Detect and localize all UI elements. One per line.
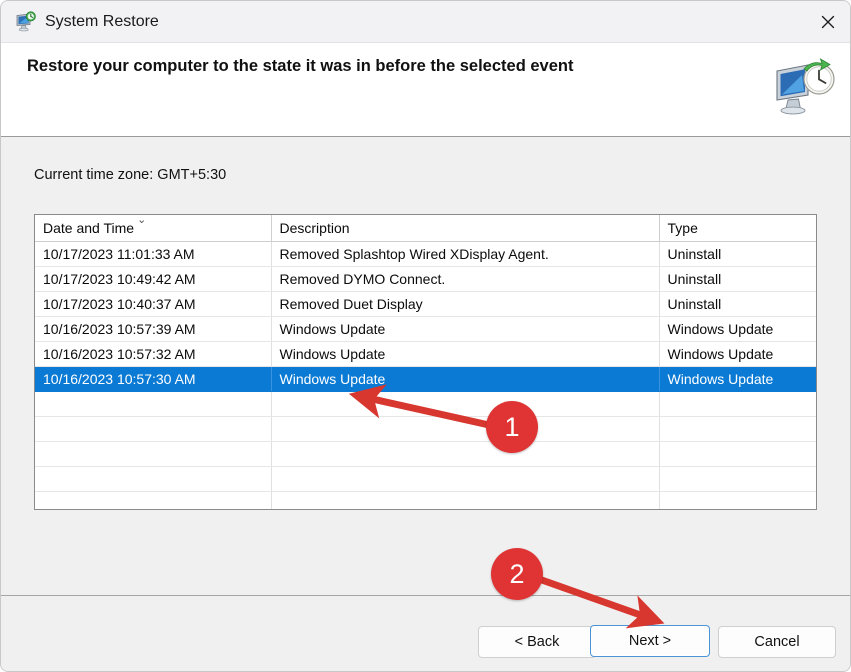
cell-description: Windows Update — [271, 341, 660, 367]
table-row[interactable]: 10/16/2023 10:57:39 AM Windows Update Wind… — [35, 316, 816, 342]
header-band: Restore your computer to the state it wa… — [1, 43, 850, 137]
cell-date: 10/16/2023 10:57:30 AM — [35, 366, 272, 392]
cell-date: 10/16/2023 10:57:32 AM — [35, 341, 272, 367]
footer-bar: < Back Next > Cancel — [1, 595, 850, 671]
next-button[interactable]: Next > — [590, 625, 710, 657]
cell-description: Removed Splashtop Wired XDisplay Agent. — [271, 241, 660, 267]
cancel-button[interactable]: Cancel — [718, 626, 836, 658]
cell-empty — [271, 441, 660, 467]
close-icon[interactable] — [804, 1, 850, 42]
column-header-type[interactable]: Type — [659, 215, 816, 242]
table-row[interactable]: 10/17/2023 10:40:37 AM Removed Duet Displ… — [35, 291, 816, 317]
column-header-date-and-time[interactable]: Date and Time ⌄ — [35, 214, 272, 242]
cell-empty — [35, 491, 272, 509]
cell-type: Windows Update — [659, 341, 816, 367]
table-row-empty — [35, 466, 816, 492]
cell-date: 10/16/2023 10:57:39 AM — [35, 316, 272, 342]
table-row-empty — [35, 391, 816, 417]
cell-empty — [35, 416, 272, 442]
cell-date: 10/17/2023 10:49:42 AM — [35, 266, 272, 292]
title-bar: System Restore — [1, 1, 850, 43]
table-row-empty — [35, 491, 816, 509]
cell-empty — [659, 466, 816, 492]
window-title: System Restore — [45, 13, 159, 30]
cell-description: Windows Update — [271, 316, 660, 342]
cell-empty — [659, 391, 816, 417]
cell-empty — [659, 416, 816, 442]
cell-type: Windows Update — [659, 366, 816, 392]
column-header-label: Date and Time — [43, 220, 135, 236]
cell-description: Removed Duet Display — [271, 291, 660, 317]
cell-empty — [35, 441, 272, 467]
cell-empty — [659, 491, 816, 509]
table-header-row: Date and Time ⌄ Description Type — [35, 215, 816, 242]
system-restore-dialog: System Restore Restore your computer to … — [0, 0, 851, 672]
main-content: Current time zone: GMT+5:30 Date and Tim… — [1, 137, 850, 595]
sort-chevron-icon: ⌄ — [137, 214, 147, 226]
cell-empty — [271, 391, 660, 417]
system-restore-large-icon — [774, 55, 836, 117]
cell-description: Removed DYMO Connect. — [271, 266, 660, 292]
cell-date: 10/17/2023 10:40:37 AM — [35, 291, 272, 317]
cell-type: Windows Update — [659, 316, 816, 342]
table-row-empty — [35, 416, 816, 442]
timezone-label: Current time zone: GMT+5:30 — [34, 167, 227, 183]
table-row[interactable]: 10/17/2023 11:01:33 AM Removed Splashtop … — [35, 241, 816, 267]
page-title: Restore your computer to the state it wa… — [27, 57, 574, 75]
cell-empty — [35, 466, 272, 492]
cell-empty — [271, 416, 660, 442]
cell-type: Uninstall — [659, 266, 816, 292]
cell-empty — [659, 441, 816, 467]
column-header-description[interactable]: Description — [271, 215, 660, 242]
table-row[interactable]: 10/16/2023 10:57:30 AM Windows Update Wind… — [35, 366, 816, 392]
cell-date: 10/17/2023 11:01:33 AM — [35, 241, 272, 267]
table-row[interactable]: 10/17/2023 10:49:42 AM Removed DYMO Conne… — [35, 266, 816, 292]
table-row-empty — [35, 441, 816, 467]
cell-description: Windows Update — [271, 366, 660, 392]
system-restore-monitor-clock-icon — [15, 11, 37, 33]
cell-empty — [271, 466, 660, 492]
cell-type: Uninstall — [659, 291, 816, 317]
table-row[interactable]: 10/16/2023 10:57:32 AM Windows Update Wind… — [35, 341, 816, 367]
restore-points-table[interactable]: Date and Time ⌄ Description Type 10/17/20… — [34, 214, 817, 510]
back-button[interactable]: < Back — [478, 626, 596, 658]
cell-empty — [271, 491, 660, 509]
cell-type: Uninstall — [659, 241, 816, 267]
cell-empty — [35, 391, 272, 417]
